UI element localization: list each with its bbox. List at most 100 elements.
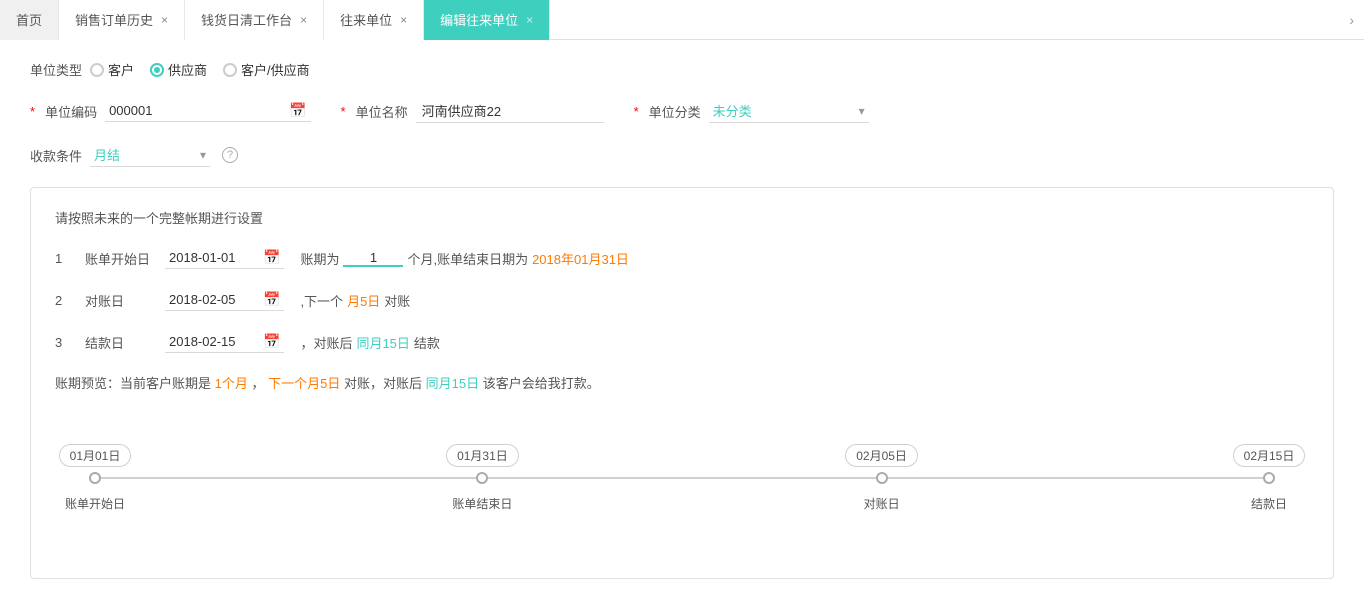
radio-supplier-circle[interactable]	[150, 63, 164, 77]
radio-customer-supplier-circle[interactable]	[223, 63, 237, 77]
timeline-node-4: 02月15日 结款日	[1263, 472, 1275, 484]
tab-cashier[interactable]: 钱货日清工作台 ×	[185, 0, 324, 40]
unit-name-label: 单位名称	[356, 102, 408, 121]
row-1-desc-prefix: 账期为	[300, 249, 339, 268]
preview-p3: 同月15日	[426, 376, 479, 391]
payment-terms-select[interactable]: 月结 ▾	[90, 143, 210, 167]
unit-type-group: 单位类型 客户 供应商 客户/供应商	[30, 60, 310, 79]
payment-terms-label: 收款条件	[30, 146, 82, 165]
row-3-desc-prefix: ，对账后	[300, 333, 352, 352]
radio-supplier[interactable]: 供应商	[150, 60, 207, 79]
timeline-label-top-2: 01月31日	[446, 444, 519, 467]
tab-cashier-close[interactable]: ×	[300, 13, 307, 27]
row-2-desc: ,下一个 月5日 对账	[300, 291, 410, 310]
tab-partner-label: 往来单位	[340, 10, 392, 29]
unit-category-group: * 单位分类 未分类 ▾	[634, 99, 869, 123]
timeline-label-bottom-3: 对账日	[864, 495, 900, 512]
payment-terms-row: 收款条件 月结 ▾ ?	[30, 143, 1334, 167]
preview-m: ，	[252, 376, 265, 391]
unit-name-input[interactable]	[416, 99, 604, 123]
timeline-label-top-3: 02月05日	[845, 444, 918, 467]
tab-edit-partner-close[interactable]: ×	[526, 13, 533, 27]
unit-code-field[interactable]: 📅	[105, 100, 310, 122]
row-3-label: 结款日	[85, 333, 165, 352]
unit-code-label: 单位编码	[45, 102, 97, 121]
unit-info-row: * 单位编码 📅 * 单位名称 * 单位分类 未分类 ▾	[30, 99, 1334, 123]
tab-partner[interactable]: 往来单位 ×	[324, 0, 424, 40]
unit-category-arrow: ▾	[859, 104, 865, 118]
row-2-highlight: 月5日	[347, 291, 380, 310]
timeline-label-top-1: 01月01日	[59, 444, 132, 467]
tab-sales-history[interactable]: 销售订单历史 ×	[59, 0, 185, 40]
timeline-dot-1	[89, 472, 101, 484]
unit-category-select[interactable]: 未分类 ▾	[709, 99, 869, 123]
tabs-bar: 首页 销售订单历史 × 钱货日清工作台 × 往来单位 × 编辑往来单位 × ›	[0, 0, 1364, 40]
payment-terms-help-icon[interactable]: ?	[222, 147, 238, 163]
preview-suffix1: 对账，对账后	[344, 376, 422, 391]
main-content: 单位类型 客户 供应商 客户/供应商 * 单位编码	[0, 40, 1364, 608]
preview-p1: 1个月	[215, 376, 248, 391]
row-2-date-field[interactable]: 📅	[165, 289, 284, 311]
unit-category-label: 单位分类	[649, 102, 701, 121]
timeline-node-2: 01月31日 账单结束日	[476, 472, 488, 484]
row-1-date-input[interactable]	[169, 250, 259, 265]
row-1-period-input[interactable]	[343, 250, 403, 267]
timeline-node-1: 01月01日 账单开始日	[89, 472, 101, 484]
row-2-cal-icon[interactable]: 📅	[263, 291, 280, 308]
unit-category-star: *	[634, 104, 639, 119]
timeline-dot-2	[476, 472, 488, 484]
timeline: 01月01日 账单开始日 01月31日 账单结束日 02月05日 对账日 02月…	[95, 448, 1269, 508]
timeline-label-top-4: 02月15日	[1233, 444, 1306, 467]
unit-code-icon[interactable]: 📅	[289, 102, 306, 119]
timeline-label-bottom-1: 账单开始日	[65, 495, 125, 512]
tab-partner-close[interactable]: ×	[400, 13, 407, 27]
row-2-num: 2	[55, 293, 85, 308]
row-3-cal-icon[interactable]: 📅	[263, 333, 280, 350]
row-1-cal-icon[interactable]: 📅	[263, 249, 280, 266]
row-2-desc-suffix: 对账	[384, 291, 410, 310]
row-1-num: 1	[55, 251, 85, 266]
timeline-label-bottom-2: 账单结束日	[452, 495, 512, 512]
row-3-date-input[interactable]	[169, 334, 259, 349]
tab-edit-partner[interactable]: 编辑往来单位 ×	[424, 0, 550, 40]
row-3-date-field[interactable]: 📅	[165, 331, 284, 353]
row-1-date-highlight: 2018年01月31日	[532, 249, 629, 268]
tab-home[interactable]: 首页	[0, 0, 59, 40]
row-2-date-input[interactable]	[169, 292, 259, 307]
settings-panel: 请按照未来的一个完整帐期进行设置 1 账单开始日 📅 账期为 个月,账单结束日期…	[30, 187, 1334, 579]
tab-sales-history-close[interactable]: ×	[161, 13, 168, 27]
unit-name-group: * 单位名称	[341, 99, 604, 123]
tab-scroll-arrow[interactable]: ›	[1339, 0, 1364, 40]
row-1-date-field[interactable]: 📅	[165, 247, 284, 269]
radio-customer-supplier-label: 客户/供应商	[241, 60, 310, 79]
row-1-desc-suffix: 个月,账单结束日期为	[407, 249, 528, 268]
radio-customer-circle[interactable]	[90, 63, 104, 77]
radio-customer[interactable]: 客户	[90, 60, 134, 79]
timeline-wrapper: 01月01日 账单开始日 01月31日 账单结束日 02月05日 对账日 02月…	[55, 408, 1309, 558]
row-2-label: 对账日	[85, 291, 165, 310]
unit-category-value: 未分类	[713, 101, 859, 120]
tab-edit-partner-label: 编辑往来单位	[440, 10, 518, 29]
row-3-highlight: 同月15日	[356, 333, 409, 352]
settings-row-2: 2 对账日 📅 ,下一个 月5日 对账	[55, 289, 1309, 311]
tab-cashier-label: 钱货日清工作台	[201, 10, 292, 29]
payment-terms-arrow: ▾	[200, 148, 206, 162]
unit-code-star: *	[30, 104, 35, 119]
unit-code-input[interactable]	[109, 103, 285, 118]
panel-instruction: 请按照未来的一个完整帐期进行设置	[55, 208, 1309, 227]
tab-home-label: 首页	[16, 10, 42, 29]
payment-terms-value: 月结	[94, 145, 200, 164]
unit-code-group: * 单位编码 📅	[30, 100, 311, 122]
radio-group-unit-type: 客户 供应商 客户/供应商	[90, 60, 310, 79]
radio-customer-supplier[interactable]: 客户/供应商	[223, 60, 310, 79]
unit-type-row: 单位类型 客户 供应商 客户/供应商	[30, 60, 1334, 79]
timeline-dot-3	[876, 472, 888, 484]
timeline-label-bottom-4: 结款日	[1251, 495, 1287, 512]
preview-suffix2: 该客户会给我打款。	[483, 376, 600, 391]
row-1-label: 账单开始日	[85, 249, 165, 268]
tab-sales-history-label: 销售订单历史	[75, 10, 153, 29]
timeline-node-3: 02月05日 对账日	[876, 472, 888, 484]
timeline-dot-4	[1263, 472, 1275, 484]
unit-name-star: *	[341, 104, 346, 119]
radio-customer-label: 客户	[108, 60, 134, 79]
